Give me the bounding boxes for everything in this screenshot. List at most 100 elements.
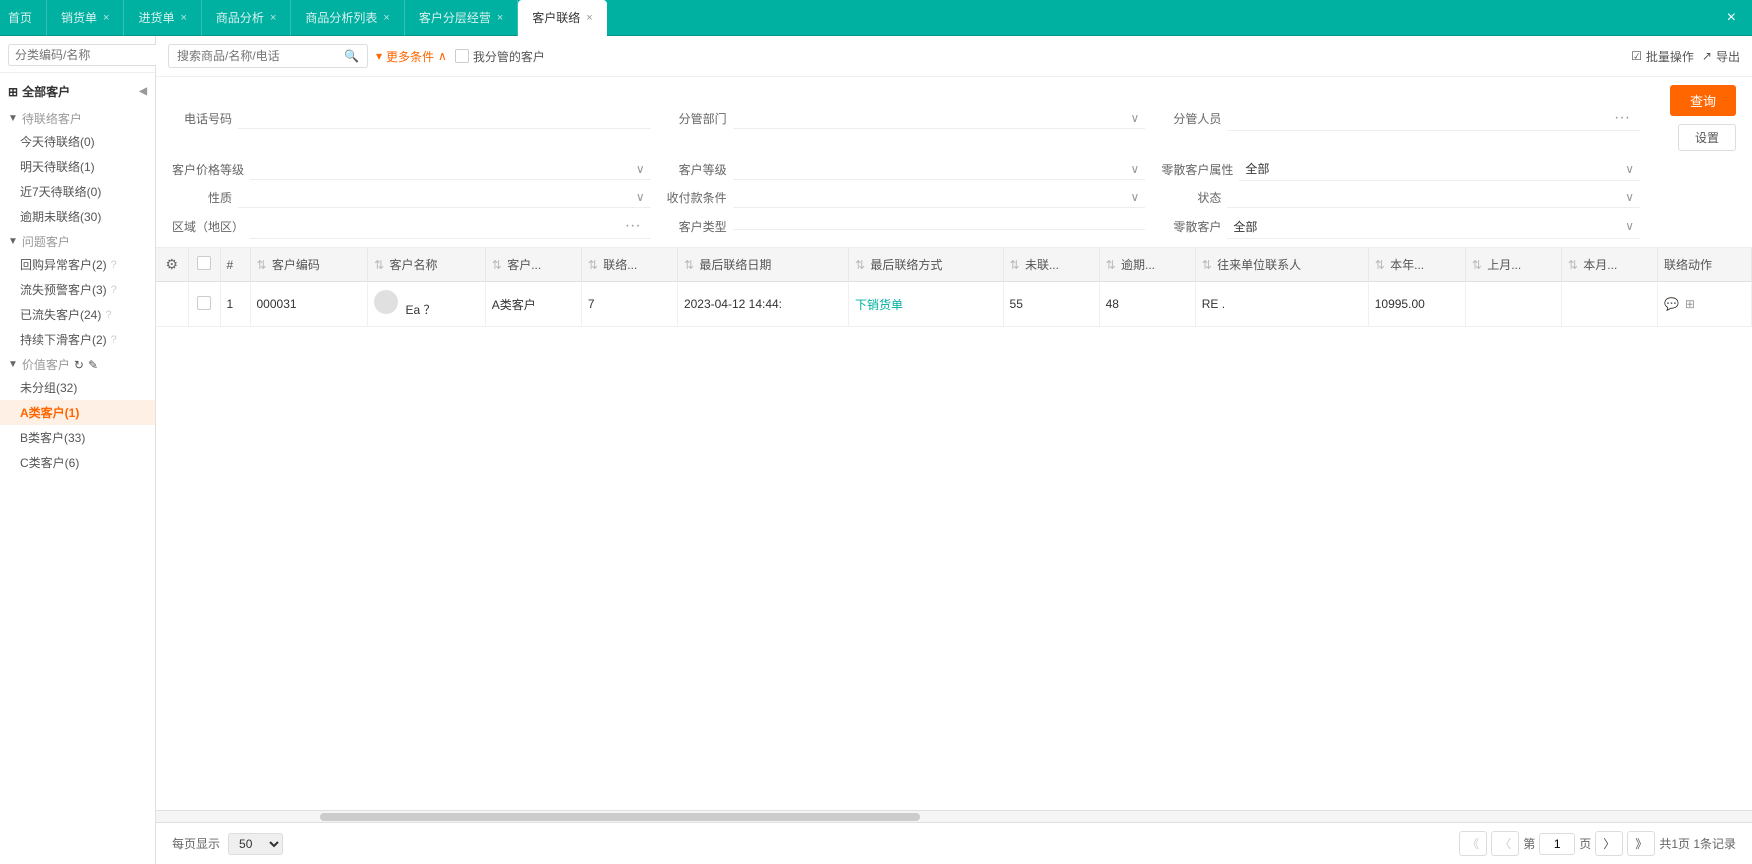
row-overdue: 48 bbox=[1099, 282, 1195, 327]
col-last-month[interactable]: ⇅ 上月... bbox=[1465, 248, 1561, 282]
sidebar-item-tomorrow[interactable]: 明天待联络(1) bbox=[0, 154, 155, 179]
page-size-select[interactable]: 50 20 100 bbox=[228, 833, 283, 855]
tab-customer-contact-close[interactable]: × bbox=[586, 12, 592, 24]
col-action: 联络动作 bbox=[1657, 248, 1751, 282]
row-name-suffix: ？ bbox=[424, 303, 436, 317]
price-level-select[interactable]: ∨ bbox=[250, 159, 651, 180]
search-icon[interactable]: 🔍 bbox=[344, 49, 359, 63]
tab-customer-contact-label: 客户联络 bbox=[532, 9, 580, 26]
tab-purchase-label: 进货单 bbox=[138, 9, 174, 26]
batch-operation-button[interactable]: ☑ 批量操作 bbox=[1631, 48, 1694, 65]
tab-home[interactable]: 首页 bbox=[8, 0, 47, 36]
prev-page-button[interactable]: 〈 bbox=[1491, 831, 1519, 856]
row-check[interactable] bbox=[188, 282, 220, 327]
sidebar-item-class-b[interactable]: B类客户(33) bbox=[0, 425, 155, 450]
retail-customer-arrow: ∨ bbox=[1625, 219, 1634, 233]
filter-retail-customer: 零散客户 全部 ∨ bbox=[1161, 215, 1640, 239]
retail-customer-select[interactable]: 全部 ∨ bbox=[1227, 215, 1640, 239]
sidebar-item-7days[interactable]: 近7天待联络(0) bbox=[0, 179, 155, 204]
search-input[interactable] bbox=[177, 49, 344, 63]
tab-sales-close[interactable]: × bbox=[103, 12, 109, 24]
nature-arrow: ∨ bbox=[636, 190, 645, 204]
region-select[interactable]: ··· bbox=[250, 214, 651, 239]
sidebar-item-overdue[interactable]: 逾期未联络(30) bbox=[0, 204, 155, 229]
tab-product-list-close[interactable]: × bbox=[383, 12, 389, 24]
col-contact-count-label: 联络... bbox=[603, 258, 637, 272]
horizontal-scrollbar[interactable] bbox=[156, 810, 1752, 822]
col-last-method[interactable]: ⇅ 最后联络方式 bbox=[848, 248, 1003, 282]
sidebar-item-declining[interactable]: 持续下滑客户(2) ? bbox=[0, 327, 155, 352]
tab-purchase[interactable]: 进货单 × bbox=[124, 0, 201, 36]
window-close-button[interactable]: × bbox=[1719, 9, 1744, 27]
tab-product-analysis-close[interactable]: × bbox=[270, 12, 276, 24]
col-overdue[interactable]: ⇅ 逾期... bbox=[1099, 248, 1195, 282]
table-settings-icon[interactable]: ⚙ bbox=[165, 256, 178, 272]
refresh-icon[interactable]: ↻ bbox=[74, 358, 84, 372]
col-contact-person[interactable]: ⇅ 往来单位联系人 bbox=[1195, 248, 1368, 282]
tab-customer-contact[interactable]: 客户联络 × bbox=[518, 0, 606, 36]
retail-attr-select[interactable]: 全部 ∨ bbox=[1239, 157, 1640, 181]
first-page-button[interactable]: 《 bbox=[1459, 831, 1487, 856]
tab-product-list[interactable]: 商品分析列表 × bbox=[291, 0, 404, 36]
settings-button[interactable]: 设置 bbox=[1678, 124, 1736, 151]
select-all-checkbox[interactable] bbox=[197, 256, 211, 270]
region-more[interactable]: ··· bbox=[621, 217, 645, 235]
person-select[interactable]: ··· bbox=[1227, 106, 1640, 131]
pending-arrow: ▼ bbox=[8, 113, 18, 124]
tab-sales[interactable]: 销货单 × bbox=[47, 0, 124, 36]
qr-icon[interactable]: ⊞ bbox=[1685, 297, 1695, 311]
tab-product-analysis[interactable]: 商品分析 × bbox=[202, 0, 291, 36]
col-settings[interactable]: ⚙ bbox=[156, 248, 188, 282]
col-action-label: 联络动作 bbox=[1664, 258, 1712, 272]
customer-type-select[interactable] bbox=[733, 223, 1146, 230]
scroll-thumb[interactable] bbox=[320, 813, 920, 821]
col-this-month[interactable]: ⇅ 本月... bbox=[1561, 248, 1657, 282]
phone-input[interactable] bbox=[238, 108, 651, 129]
edit-icon[interactable]: ✎ bbox=[88, 358, 98, 372]
status-arrow: ∨ bbox=[1625, 190, 1634, 204]
col-no-contact[interactable]: ⇅ 未联... bbox=[1003, 248, 1099, 282]
nature-select[interactable]: ∨ bbox=[238, 187, 651, 208]
row-checkbox[interactable] bbox=[197, 296, 211, 310]
col-this-year-label: 本年... bbox=[1390, 258, 1424, 272]
tab-purchase-close[interactable]: × bbox=[180, 12, 186, 24]
problem-arrow: ▼ bbox=[8, 236, 18, 247]
sidebar-item-ungrouped[interactable]: 未分组(32) bbox=[0, 375, 155, 400]
col-name[interactable]: ⇅ 客户名称 bbox=[368, 248, 486, 282]
col-check[interactable] bbox=[188, 248, 220, 282]
row-name-text: Ea bbox=[405, 303, 420, 317]
sidebar-all-customers[interactable]: ⊞ 全部客户 ◀ bbox=[0, 77, 155, 106]
col-contact-count[interactable]: ⇅ 联络... bbox=[581, 248, 677, 282]
chat-icon[interactable]: 💬 bbox=[1664, 297, 1679, 311]
query-button[interactable]: 查询 bbox=[1670, 85, 1736, 116]
customer-level-select[interactable]: ∨ bbox=[733, 159, 1146, 180]
sidebar-item-churned[interactable]: 已流失客户(24) ? bbox=[0, 302, 155, 327]
status-select[interactable]: ∨ bbox=[1227, 187, 1640, 208]
price-level-arrow: ∨ bbox=[636, 162, 645, 176]
col-this-year[interactable]: ⇅ 本年... bbox=[1368, 248, 1465, 282]
tab-customer-tier-close[interactable]: × bbox=[497, 12, 503, 24]
sidebar-item-class-a[interactable]: A类客户(1) bbox=[0, 400, 155, 425]
sidebar-search-input[interactable] bbox=[8, 44, 177, 66]
my-customers-checkbox-area[interactable]: 我分管的客户 bbox=[455, 48, 545, 65]
row-last-method[interactable]: 下销货单 bbox=[848, 282, 1003, 327]
my-customers-checkbox[interactable] bbox=[455, 49, 469, 63]
last-method-link[interactable]: 下销货单 bbox=[855, 298, 903, 312]
next-page-button[interactable]: 〉 bbox=[1595, 831, 1623, 856]
retail-attr-arrow: ∨ bbox=[1625, 162, 1634, 176]
last-page-button[interactable]: 》 bbox=[1627, 831, 1655, 856]
payment-select[interactable]: ∨ bbox=[733, 187, 1146, 208]
sidebar-item-churn-warning[interactable]: 流失预警客户(3) ? bbox=[0, 277, 155, 302]
sidebar-item-class-c[interactable]: C类客户(6) bbox=[0, 450, 155, 475]
col-last-date[interactable]: ⇅ 最后联络日期 bbox=[677, 248, 848, 282]
export-button[interactable]: ↗ 导出 bbox=[1702, 48, 1740, 65]
col-code[interactable]: ⇅ 客户编码 bbox=[250, 248, 368, 282]
sidebar-item-abnormal[interactable]: 回购异常客户(2) ? bbox=[0, 252, 155, 277]
person-more[interactable]: ··· bbox=[1610, 109, 1634, 127]
col-level[interactable]: ⇅ 客户... bbox=[485, 248, 581, 282]
page-number-input[interactable] bbox=[1539, 833, 1575, 855]
more-filter-button[interactable]: ▾ 更多条件 ∧ bbox=[376, 48, 447, 65]
tab-customer-tier[interactable]: 客户分层经营 × bbox=[405, 0, 518, 36]
dept-select[interactable]: ∨ bbox=[733, 108, 1146, 129]
sidebar-item-today[interactable]: 今天待联络(0) bbox=[0, 129, 155, 154]
